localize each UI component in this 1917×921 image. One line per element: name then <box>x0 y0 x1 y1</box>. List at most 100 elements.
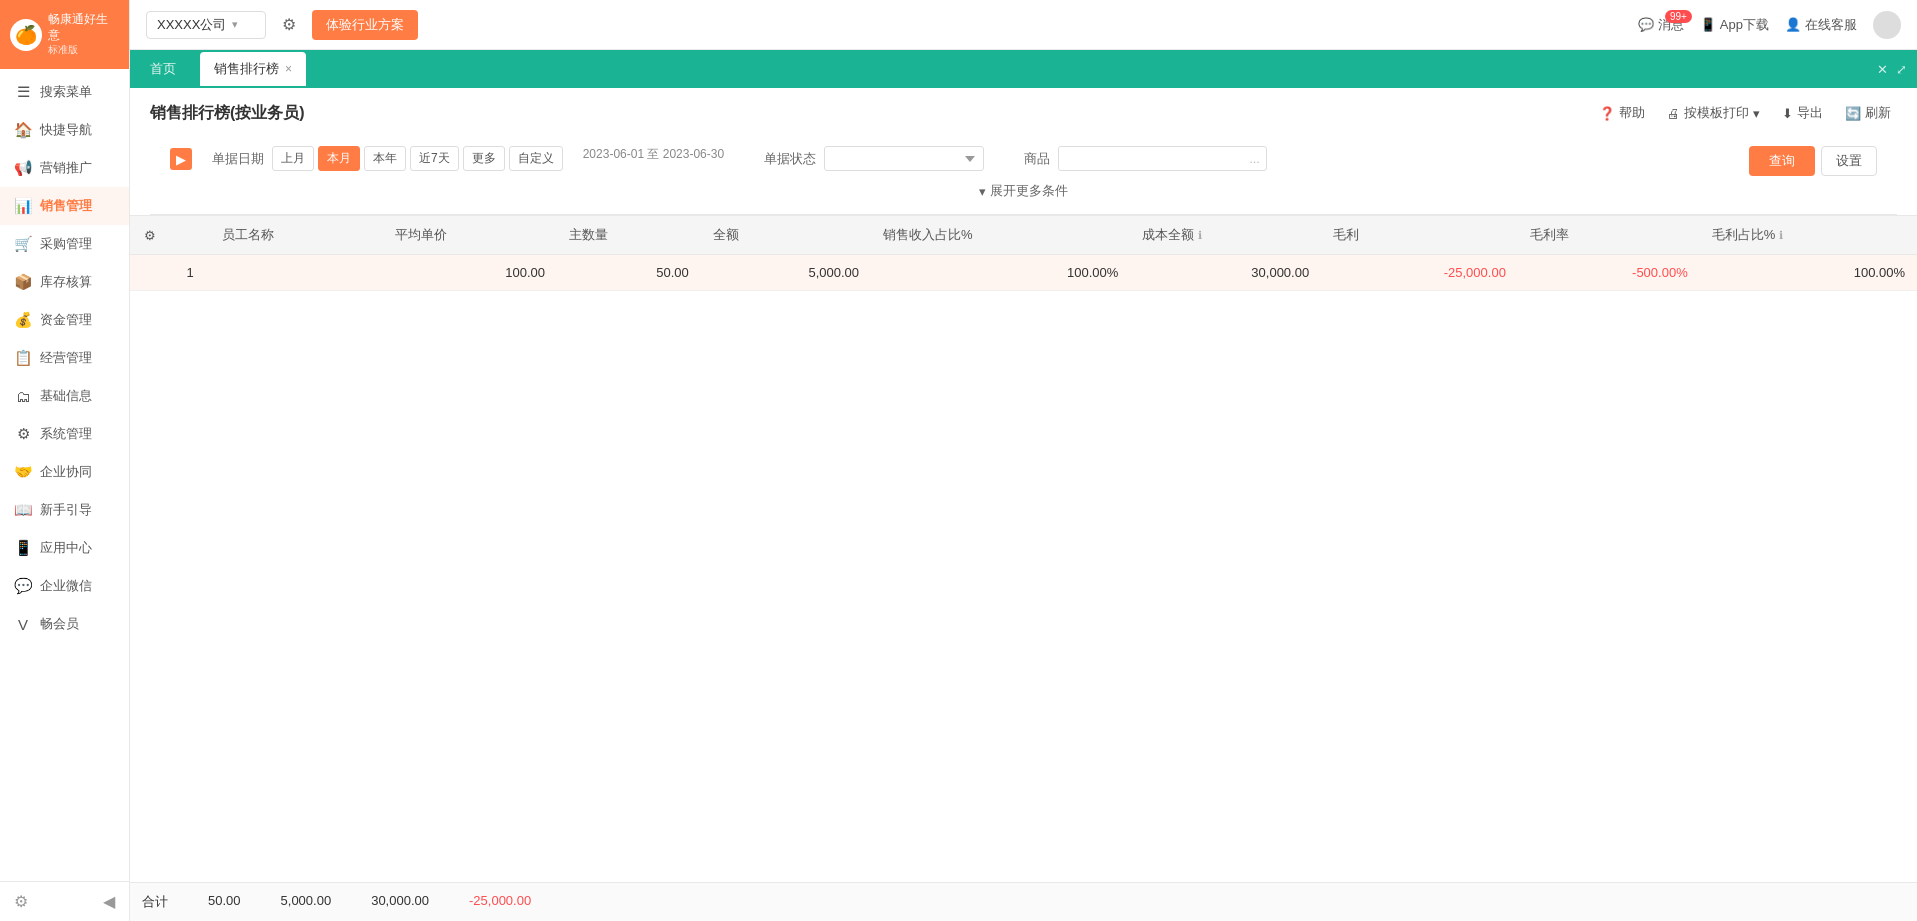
col-settings[interactable]: ⚙ <box>130 216 170 255</box>
sidebar-item-finance[interactable]: 💰 资金管理 <box>0 301 129 339</box>
app-center-icon: 📱 <box>14 539 32 557</box>
query-button[interactable]: 查询 <box>1749 146 1815 176</box>
tab-right-actions: ✕ ⤢ <box>1877 62 1917 77</box>
sidebar-item-label: 应用中心 <box>40 539 92 557</box>
footer-cost: 30,000.00 <box>371 893 429 911</box>
cell-employee <box>210 255 383 291</box>
cell-cost: 30,000.00 <box>1130 255 1321 291</box>
sidebar-item-quick-nav[interactable]: 🏠 快捷导航 <box>0 111 129 149</box>
help-icon: ❓ <box>1599 106 1615 121</box>
cell-sales-pct: 100.00% <box>871 255 1130 291</box>
footer-amount: 5,000.00 <box>281 893 332 911</box>
footer-gross: -25,000.00 <box>469 893 531 911</box>
date-btn-current-month[interactable]: 本月 <box>318 146 360 171</box>
sidebar-item-sales[interactable]: 📊 销售管理 <box>0 187 129 225</box>
goods-input[interactable] <box>1059 147 1243 170</box>
online-support-label: 在线客服 <box>1805 16 1857 34</box>
sidebar-item-label: 销售管理 <box>40 197 92 215</box>
date-btn-7days[interactable]: 近7天 <box>410 146 459 171</box>
sidebar-item-marketing[interactable]: 📢 营销推广 <box>0 149 129 187</box>
date-btn-custom[interactable]: 自定义 <box>509 146 563 171</box>
trial-button[interactable]: 体验行业方案 <box>312 10 418 40</box>
sidebar-item-search-order[interactable]: ☰ 搜索菜单 <box>0 73 129 111</box>
expand-conditions-button[interactable]: ▾ 展开更多条件 <box>979 182 1068 200</box>
footer-qty: 50.00 <box>208 893 241 911</box>
page-title: 销售排行榜(按业务员) <box>150 103 305 124</box>
window-close-icon[interactable]: ✕ <box>1877 62 1888 77</box>
help-button[interactable]: ❓ 帮助 <box>1593 100 1651 126</box>
logo-name: 畅康通好生意 <box>48 12 119 43</box>
top-header: XXXXX公司 ▾ ⚙ 体验行业方案 💬 消息 99+ 📱 App下载 👤 在线… <box>130 0 1917 50</box>
company-selector[interactable]: XXXXX公司 ▾ <box>146 11 266 39</box>
col-gross: 毛利 <box>1321 216 1518 255</box>
sidebar-item-operation[interactable]: 📋 经营管理 <box>0 339 129 377</box>
sidebar-item-label: 快捷导航 <box>40 121 92 139</box>
tab-home[interactable]: 首页 <box>130 52 196 86</box>
sidebar-item-label: 营销推广 <box>40 159 92 177</box>
col-avg-price: 平均单价 <box>383 216 556 255</box>
sales-icon: 📊 <box>14 197 32 215</box>
member-icon: V <box>14 616 32 633</box>
export-button[interactable]: ⬇ 导出 <box>1776 100 1829 126</box>
sidebar-item-label: 基础信息 <box>40 387 92 405</box>
status-select[interactable] <box>824 146 984 171</box>
page-header: 销售排行榜(按业务员) ❓ 帮助 🖨 按模板打印 ▾ ⬇ 导出 <box>130 88 1917 216</box>
sidebar-item-purchase[interactable]: 🛒 采购管理 <box>0 225 129 263</box>
sidebar-item-label: 企业协同 <box>40 463 92 481</box>
system-icon: ⚙ <box>14 425 32 443</box>
cell-qty: 50.00 <box>557 255 701 291</box>
marketing-icon: 📢 <box>14 159 32 177</box>
filter-toggle-icon[interactable]: ▶ <box>170 148 192 170</box>
online-support-btn[interactable]: 👤 在线客服 <box>1785 16 1857 34</box>
guide-icon: 📖 <box>14 501 32 519</box>
sidebar-item-app-center[interactable]: 📱 应用中心 <box>0 529 129 567</box>
export-icon: ⬇ <box>1782 106 1793 121</box>
column-settings-icon[interactable]: ⚙ <box>144 228 156 243</box>
sidebar-item-guide[interactable]: 📖 新手引导 <box>0 491 129 529</box>
app-download-btn[interactable]: 📱 App下载 <box>1700 16 1769 34</box>
sidebar-item-inventory[interactable]: 📦 库存核算 <box>0 263 129 301</box>
collapse-sidebar-icon[interactable]: ◀ <box>103 892 115 911</box>
download-icon: 📱 <box>1700 17 1716 32</box>
goods-more-icon[interactable]: ... <box>1243 151 1266 166</box>
table-header-row: ⚙ 员工名称 平均单价 主数量 全额 销售收入占比% 成本全额 ℹ 毛利 毛利率… <box>130 216 1917 255</box>
filter-bar: ▶ 单据日期 上月 本月 本年 近7天 更多 自定义 <box>150 136 1897 215</box>
tab-label: 销售排行榜 <box>214 60 279 78</box>
sidebar-item-wechat[interactable]: 💬 企业微信 <box>0 567 129 605</box>
user-avatar[interactable] <box>1873 11 1901 39</box>
tab-close-icon[interactable]: × <box>285 62 292 76</box>
cell-avg-price: 100.00 <box>383 255 556 291</box>
col-qty: 主数量 <box>557 216 701 255</box>
refresh-button[interactable]: 🔄 刷新 <box>1839 100 1897 126</box>
sidebar-item-basic-info[interactable]: 🗂 基础信息 <box>0 377 129 415</box>
date-btn-current-year[interactable]: 本年 <box>364 146 406 171</box>
print-button[interactable]: 🖨 按模板打印 ▾ <box>1661 100 1766 126</box>
gross-pct-info-icon: ℹ <box>1779 229 1783 241</box>
message-icon: 💬 <box>1638 17 1654 32</box>
window-expand-icon[interactable]: ⤢ <box>1896 62 1907 77</box>
sidebar-item-member[interactable]: V 畅会员 <box>0 605 129 643</box>
date-filter-group: 单据日期 上月 本月 本年 近7天 更多 自定义 <box>212 146 563 171</box>
purchase-icon: 🛒 <box>14 235 32 253</box>
date-btn-prev-month[interactable]: 上月 <box>272 146 314 171</box>
tab-sales-ranking[interactable]: 销售排行榜 × <box>200 52 306 86</box>
page-actions: ❓ 帮助 🖨 按模板打印 ▾ ⬇ 导出 🔄 刷新 <box>1593 100 1897 126</box>
date-range-text: 2023-06-01 至 2023-06-30 <box>583 146 724 163</box>
header-gear-icon[interactable]: ⚙ <box>278 11 300 38</box>
search-order-icon: ☰ <box>14 83 32 101</box>
col-gross-rate: 毛利率 <box>1518 216 1700 255</box>
settings-button[interactable]: 设置 <box>1821 146 1877 176</box>
sidebar-item-label: 畅会员 <box>40 615 79 633</box>
sidebar-item-system[interactable]: ⚙ 系统管理 <box>0 415 129 453</box>
message-btn[interactable]: 💬 消息 99+ <box>1638 16 1684 34</box>
data-table: ⚙ 员工名称 平均单价 主数量 全额 销售收入占比% 成本全额 ℹ 毛利 毛利率… <box>130 216 1917 291</box>
cell-gross-pct: 100.00% <box>1700 255 1917 291</box>
operation-icon: 📋 <box>14 349 32 367</box>
cell-rank: 1 <box>170 255 210 291</box>
home-icon: 🏠 <box>14 121 32 139</box>
chevron-down-icon: ▾ <box>232 18 238 31</box>
sidebar-item-collab[interactable]: 🤝 企业协同 <box>0 453 129 491</box>
support-icon: 👤 <box>1785 17 1801 32</box>
date-btn-more[interactable]: 更多 <box>463 146 505 171</box>
bottom-settings-icon[interactable]: ⚙ <box>14 892 28 911</box>
